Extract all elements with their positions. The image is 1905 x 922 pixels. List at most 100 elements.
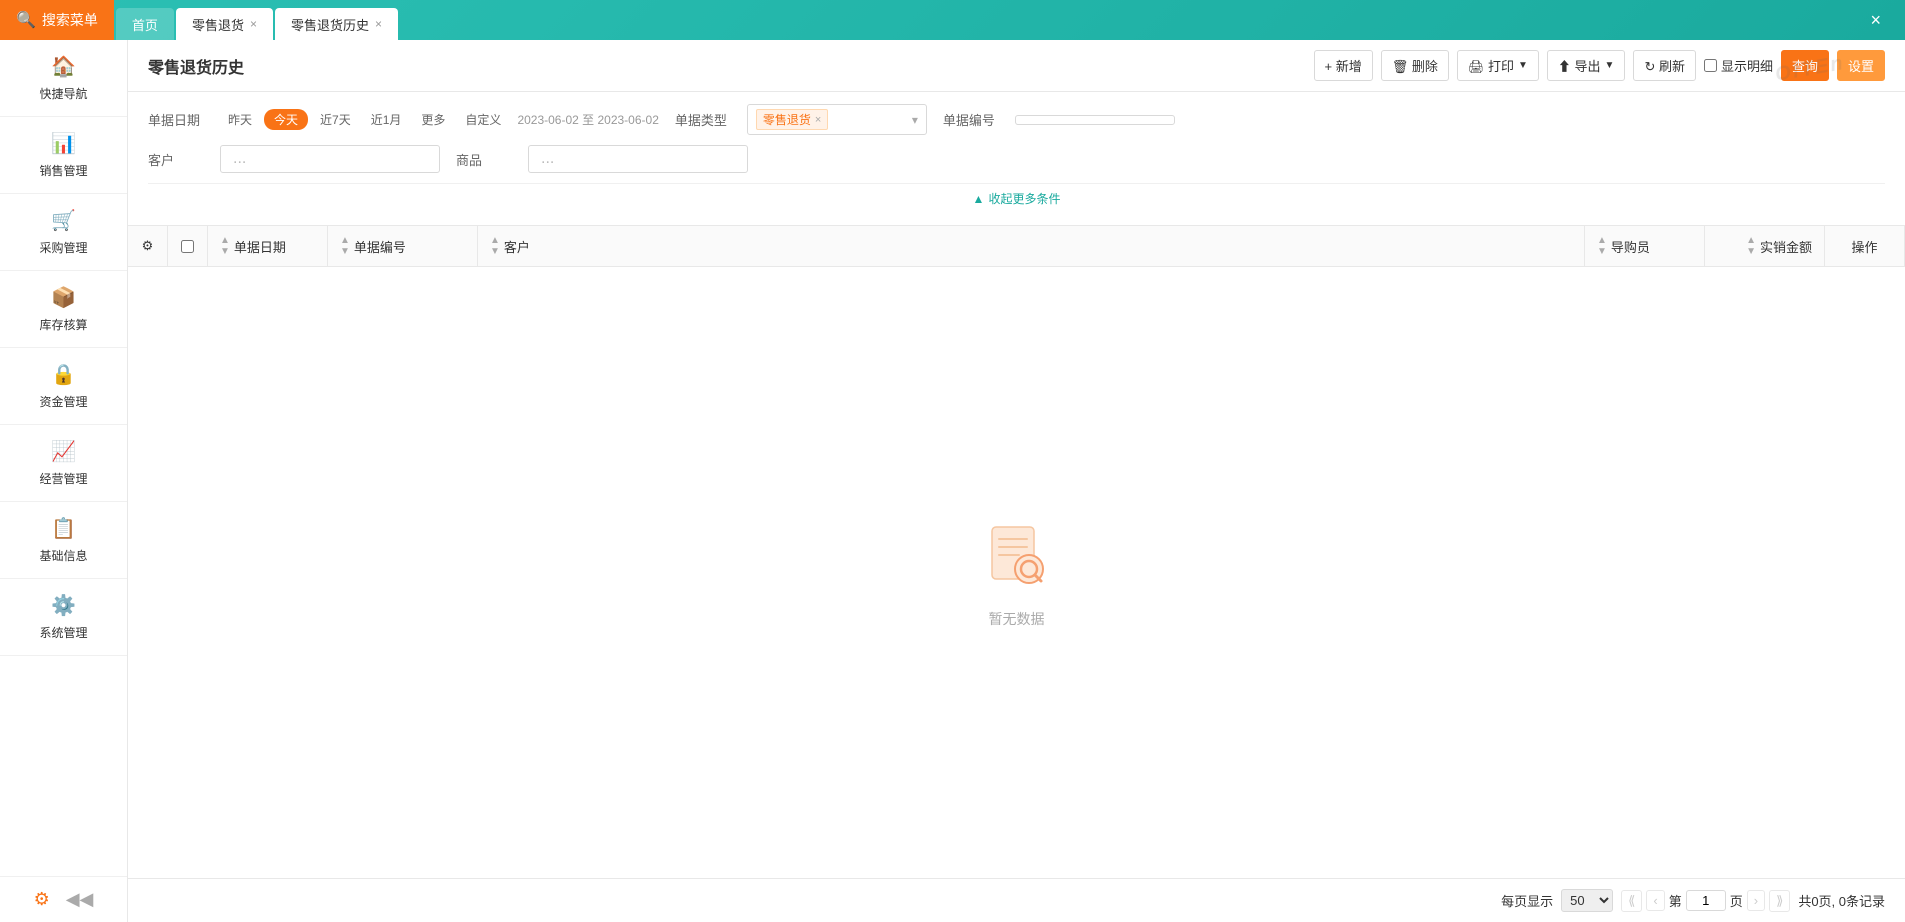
export-button[interactable]: ⬆ 导出 ▼ [1547, 50, 1626, 81]
window-close-button[interactable]: × [1862, 10, 1889, 31]
date-sort-icon[interactable]: ▲ ▼ [220, 236, 230, 257]
refresh-button[interactable]: ↻ 刷新 [1633, 50, 1696, 81]
query-button-label: 查询 [1792, 56, 1818, 75]
goods-filter-label: 商品 [456, 150, 512, 169]
type-filter-tag: 零售退货 × [756, 109, 828, 130]
sidebar-item-operations[interactable]: 📈 经营管理 [0, 425, 127, 502]
page-title: 零售退货历史 [148, 54, 244, 78]
sidebar-item-basic-info-label: 基础信息 [39, 547, 87, 564]
type-filter-remove[interactable]: × [815, 114, 821, 126]
query-button[interactable]: 查询 [1781, 50, 1829, 81]
system-icon: ⚙️ [51, 593, 76, 618]
sidebar-item-quick-nav-label: 快捷导航 [39, 85, 87, 102]
date-btn-more[interactable]: 更多 [413, 109, 453, 130]
tab-retail-return-close[interactable]: × [250, 17, 257, 31]
page-number-input[interactable] [1686, 890, 1726, 911]
filter-right: 单据类型 零售退货 × ▾ 单据编号 [675, 104, 1885, 135]
th-checkbox[interactable] [168, 226, 208, 266]
date-filter-buttons: 昨天 今天 近7天 近1月 更多 自定义 2023-06-02 至 2023-0… [220, 109, 659, 130]
th-date-label: 单据日期 [234, 237, 286, 256]
date-btn-1month[interactable]: 近1月 [363, 109, 410, 130]
print-button-label: 🖨 打印 [1468, 56, 1514, 75]
sidebar-item-basic-info[interactable]: 📋 基础信息 [0, 502, 127, 579]
filter-section: 单据日期 昨天 今天 近7天 近1月 更多 自定义 2023-06-02 至 2… [128, 92, 1905, 226]
print-dropdown-icon: ▼ [1518, 60, 1528, 71]
prev-page-button[interactable]: ‹ [1646, 890, 1664, 911]
th-guide-label: 导购员 [1611, 237, 1650, 256]
last-page-button[interactable]: ⟫ [1769, 890, 1790, 912]
first-page-button[interactable]: ⟪ [1621, 890, 1642, 912]
search-menu-button[interactable]: 🔍 搜索菜单 [0, 0, 114, 40]
goods-filter-input[interactable]: ... [528, 145, 748, 173]
th-customer-label: 客户 [504, 237, 530, 256]
main-content: 零售退货历史 + 新增 🗑 删除 🖨 打印 ▼ ⬆ 导出 ▼ ↻ 刷新 [128, 40, 1905, 922]
sidebar-item-finance[interactable]: 🔒 资金管理 [0, 348, 127, 425]
number-filter-label: 单据编号 [943, 110, 999, 129]
th-number-label: 单据编号 [354, 237, 406, 256]
tab-retail-return-label: 零售退货 [192, 15, 244, 34]
page-summary: 共0页, 0条记录 [1798, 891, 1885, 910]
number-sort-icon[interactable]: ▲ ▼ [340, 236, 350, 257]
search-icon: 🔍 [16, 10, 36, 30]
inventory-icon: 📦 [51, 285, 76, 310]
sidebar-item-purchase-label: 采购管理 [39, 239, 87, 256]
tab-retail-return-history[interactable]: 零售退货历史 × [275, 8, 398, 40]
tab-retail-return-history-close[interactable]: × [375, 17, 382, 31]
collapse-bar[interactable]: ▲ 收起更多条件 [148, 183, 1885, 213]
sidebar-item-purchase[interactable]: 🛒 采购管理 [0, 194, 127, 271]
tab-home[interactable]: 首页 [116, 8, 174, 40]
settings-button[interactable]: 设置 [1837, 50, 1885, 81]
print-button[interactable]: 🖨 打印 ▼ [1457, 50, 1539, 81]
empty-state-icon [977, 517, 1057, 597]
goods-filter-dots[interactable]: ... [541, 150, 554, 167]
th-amount-label: 实销金额 [1760, 237, 1812, 256]
customer-filter-label: 客户 [148, 150, 204, 169]
guide-sort-icon[interactable]: ▲ ▼ [1597, 236, 1607, 257]
sidebar-item-sales-label: 销售管理 [39, 162, 87, 179]
next-page-button[interactable]: › [1747, 890, 1765, 911]
sidebar-item-sales[interactable]: 📊 销售管理 [0, 117, 127, 194]
empty-state-text: 暂无数据 [989, 609, 1045, 629]
customer-sort-icon[interactable]: ▲ ▼ [490, 236, 500, 257]
sidebar-item-inventory[interactable]: 📦 库存核算 [0, 271, 127, 348]
customer-filter-input[interactable]: ... [220, 145, 440, 173]
number-filter-input[interactable] [1015, 115, 1175, 125]
sidebar-bottom: ⚙ ◀◀ [0, 876, 127, 922]
empty-state: 暂无数据 [128, 267, 1905, 878]
top-right-area: × [1846, 10, 1905, 31]
tab-retail-return[interactable]: 零售退货 × [176, 8, 273, 40]
date-btn-yesterday[interactable]: 昨天 [220, 109, 260, 130]
settings-icon: ⚙ [142, 238, 154, 254]
sidebar-item-quick-nav[interactable]: 🏠 快捷导航 [0, 40, 127, 117]
show-detail-checkbox-label[interactable]: 显示明细 [1704, 56, 1773, 75]
date-btn-custom[interactable]: 自定义 [457, 109, 509, 130]
type-filter-box[interactable]: 零售退货 × ▾ [747, 104, 927, 135]
toolbar: + 新增 🗑 删除 🖨 打印 ▼ ⬆ 导出 ▼ ↻ 刷新 [1314, 50, 1885, 81]
pagination: 每页显示 10 20 50 100 ⟪ ‹ 第 页 › ⟫ 共0页, 0条记录 [128, 878, 1905, 922]
th-customer: ▲ ▼ 客户 [478, 226, 1585, 266]
delete-button[interactable]: 🗑 删除 [1381, 50, 1449, 81]
sales-icon: 📊 [51, 131, 76, 156]
export-button-label: ⬆ 导出 [1558, 56, 1601, 75]
sidebar-item-system[interactable]: ⚙️ 系统管理 [0, 579, 127, 656]
th-settings[interactable]: ⚙ [128, 226, 168, 266]
date-btn-today[interactable]: 今天 [264, 109, 308, 130]
th-number: ▲ ▼ 单据编号 [328, 226, 478, 266]
sidebar-item-inventory-label: 库存核算 [39, 316, 87, 333]
page-label: 第 [1669, 891, 1682, 910]
add-button[interactable]: + 新增 [1314, 50, 1373, 81]
select-all-checkbox[interactable] [181, 240, 194, 253]
amount-sort-icon[interactable]: ▲ ▼ [1746, 236, 1756, 257]
volume-icon[interactable]: ◀◀ [66, 889, 94, 910]
add-button-label: + 新增 [1325, 56, 1362, 75]
date-range-display: 2023-06-02 至 2023-06-02 [517, 111, 658, 128]
customer-filter-dots[interactable]: ... [233, 150, 246, 167]
date-btn-7days[interactable]: 近7天 [312, 109, 359, 130]
per-page-select[interactable]: 10 20 50 100 [1561, 889, 1613, 912]
sidebar-item-system-label: 系统管理 [39, 624, 87, 641]
page-suffix: 页 [1730, 891, 1743, 910]
settings-bottom-icon[interactable]: ⚙ [34, 889, 50, 910]
show-detail-checkbox[interactable] [1704, 59, 1717, 72]
sidebar: 🏠 快捷导航 📊 销售管理 🛒 采购管理 📦 库存核算 🔒 资金管理 📈 经营管… [0, 40, 128, 922]
tab-retail-return-history-label: 零售退货历史 [291, 15, 369, 34]
